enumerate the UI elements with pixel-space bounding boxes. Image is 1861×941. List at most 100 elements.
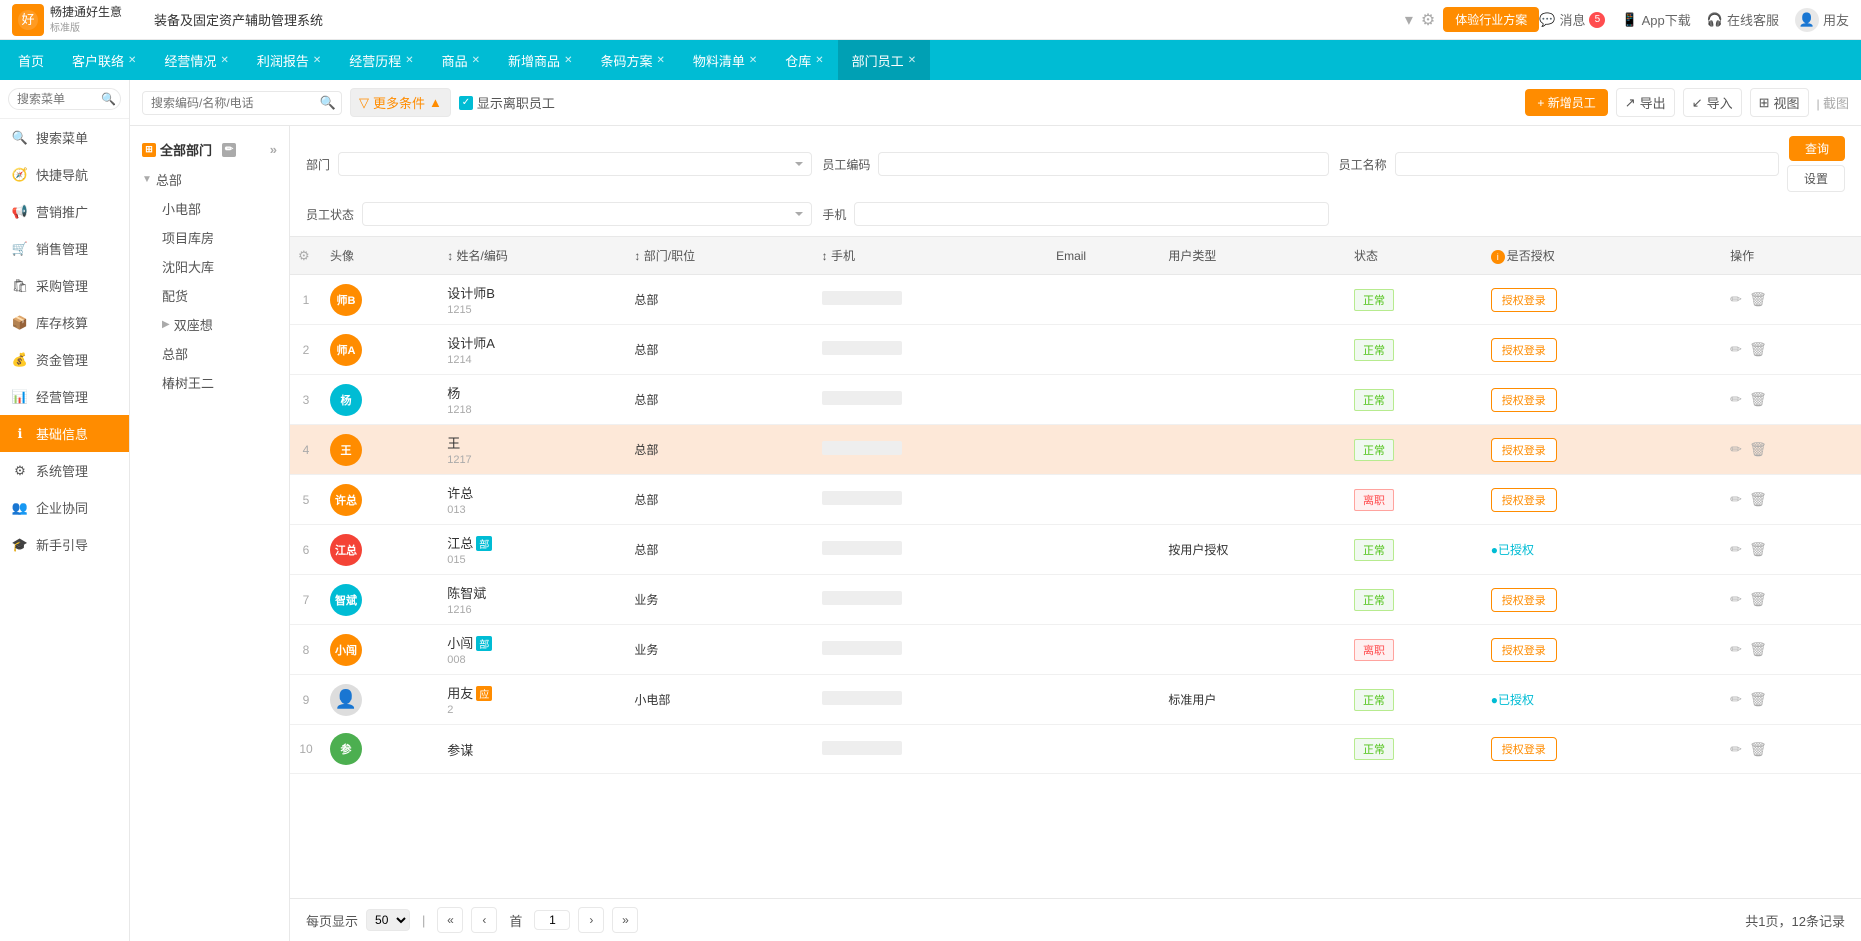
- edit-button[interactable]: ✏: [1730, 641, 1742, 657]
- sidebar-item-management[interactable]: 📊 经营管理: [0, 378, 129, 415]
- dept-node-peihuo[interactable]: 配货: [130, 281, 289, 310]
- sidebar-item-collab[interactable]: 👥 企业协同: [0, 489, 129, 526]
- nav-item-history[interactable]: 经营历程✕: [335, 40, 427, 80]
- trial-button[interactable]: 体验行业方案: [1443, 7, 1539, 32]
- status-select[interactable]: [362, 202, 812, 226]
- nav-item-barcode[interactable]: 条码方案✕: [586, 40, 678, 80]
- nav-item-profit[interactable]: 利润报告✕: [243, 40, 335, 80]
- auth-button[interactable]: 授权登录: [1491, 638, 1557, 662]
- search-input[interactable]: [142, 91, 342, 115]
- edit-dept-icon[interactable]: ✏: [222, 143, 236, 157]
- show-resigned-toggle[interactable]: ✓ 显示离职员工: [459, 93, 555, 112]
- auth-button[interactable]: 授权登录: [1491, 388, 1557, 412]
- message-item[interactable]: 💬 消息 5: [1539, 10, 1605, 29]
- phone-input[interactable]: [854, 202, 1328, 226]
- close-icon[interactable]: ✕: [405, 55, 413, 66]
- user-item[interactable]: 👤 用友: [1795, 8, 1849, 32]
- set-button[interactable]: 设置: [1787, 165, 1845, 192]
- delete-button[interactable]: 🗑: [1749, 391, 1767, 407]
- view-button[interactable]: ⊞ 视图: [1750, 88, 1809, 117]
- dept-node-chunshu[interactable]: 椿树王二: [130, 368, 289, 397]
- prev-page-button[interactable]: ‹: [471, 907, 497, 933]
- delete-button[interactable]: 🗑: [1749, 341, 1767, 357]
- edit-button[interactable]: ✏: [1730, 441, 1742, 457]
- export-button[interactable]: ↗ 导出: [1616, 88, 1675, 117]
- sidebar-item-search[interactable]: 🔍 搜索菜单: [0, 119, 129, 156]
- dept-node-shenyang[interactable]: 沈阳大库: [130, 252, 289, 281]
- delete-button[interactable]: 🗑: [1749, 691, 1767, 707]
- add-employee-button[interactable]: + 新增员工: [1525, 89, 1607, 116]
- auth-button[interactable]: 授权登录: [1491, 488, 1557, 512]
- delete-button[interactable]: 🗑: [1749, 741, 1767, 757]
- dropdown-icon[interactable]: ▾: [1405, 10, 1413, 30]
- sidebar-item-quicknav[interactable]: 🧭 快捷导航: [0, 156, 129, 193]
- dept-select[interactable]: [338, 152, 812, 176]
- sidebar-item-sales[interactable]: 🛒 销售管理: [0, 230, 129, 267]
- close-icon[interactable]: ✕: [220, 55, 228, 66]
- nav-item-customer[interactable]: 客户联络✕: [58, 40, 150, 80]
- close-icon[interactable]: ✕: [564, 55, 572, 66]
- delete-button[interactable]: 🗑: [1749, 641, 1767, 657]
- sidebar-item-inventory[interactable]: 📦 库存核算: [0, 304, 129, 341]
- delete-button[interactable]: 🗑: [1749, 591, 1767, 607]
- auth-button[interactable]: 授权登录: [1491, 588, 1557, 612]
- import-button[interactable]: ↙ 导入: [1683, 88, 1742, 117]
- sidebar-item-guide[interactable]: 🎓 新手引导: [0, 526, 129, 563]
- sidebar-item-basic[interactable]: ℹ 基础信息: [0, 415, 129, 452]
- edit-button[interactable]: ✏: [1730, 291, 1742, 307]
- nav-item-material[interactable]: 物料清单✕: [679, 40, 771, 80]
- delete-button[interactable]: 🗑: [1749, 541, 1767, 557]
- settings-icon[interactable]: ⚙: [298, 248, 310, 263]
- sidebar-item-finance[interactable]: 💰 资金管理: [0, 341, 129, 378]
- app-download-item[interactable]: 📱 App下载: [1621, 10, 1690, 29]
- close-icon[interactable]: ✕: [472, 55, 480, 66]
- close-icon[interactable]: ✕: [313, 55, 321, 66]
- screenshot-button[interactable]: | 截图: [1817, 93, 1849, 112]
- dept-node-project[interactable]: 项目库房: [130, 223, 289, 252]
- sidebar-item-marketing[interactable]: 📢 营销推广: [0, 193, 129, 230]
- edit-button[interactable]: ✏: [1730, 341, 1742, 357]
- settings-icon[interactable]: ⚙: [1421, 10, 1435, 30]
- edit-button[interactable]: ✏: [1730, 391, 1742, 407]
- close-icon[interactable]: ✕: [908, 55, 916, 66]
- edit-button[interactable]: ✏: [1730, 591, 1742, 607]
- nav-item-operation[interactable]: 经营情况✕: [150, 40, 242, 80]
- delete-button[interactable]: 🗑: [1749, 441, 1767, 457]
- edit-button[interactable]: ✏: [1730, 741, 1742, 757]
- employee-code-input[interactable]: [878, 152, 1328, 176]
- dept-node-root[interactable]: ▼ 总部: [130, 165, 289, 194]
- online-service-item[interactable]: 🎧 在线客服: [1707, 10, 1779, 29]
- employee-name-input[interactable]: [1395, 152, 1779, 176]
- query-button[interactable]: 查询: [1789, 136, 1845, 161]
- auth-button[interactable]: 授权登录: [1491, 438, 1557, 462]
- auth-button[interactable]: 授权登录: [1491, 288, 1557, 312]
- auth-button[interactable]: 授权登录: [1491, 737, 1557, 761]
- nav-item-home[interactable]: 首页: [4, 40, 58, 80]
- close-icon[interactable]: ✕: [815, 55, 823, 66]
- first-page-button[interactable]: «: [437, 907, 463, 933]
- edit-button[interactable]: ✏: [1730, 691, 1742, 707]
- edit-button[interactable]: ✏: [1730, 541, 1742, 557]
- page-number-input[interactable]: [534, 910, 570, 930]
- sidebar-item-purchase[interactable]: 🛍 采购管理: [0, 267, 129, 304]
- dept-node-shuangzuo[interactable]: ▶ 双座想: [130, 310, 289, 339]
- per-page-select[interactable]: 50: [366, 909, 410, 931]
- close-icon[interactable]: ✕: [656, 55, 664, 66]
- nav-item-goods[interactable]: 商品✕: [428, 40, 494, 80]
- nav-item-warehouse[interactable]: 仓库✕: [771, 40, 837, 80]
- edit-button[interactable]: ✏: [1730, 491, 1742, 507]
- dept-node-xiaodian[interactable]: 小电部: [130, 194, 289, 223]
- more-filter-button[interactable]: ▽ 更多条件 ▲: [350, 88, 451, 117]
- next-page-button[interactable]: ›: [578, 907, 604, 933]
- delete-button[interactable]: 🗑: [1749, 291, 1767, 307]
- sidebar-item-system[interactable]: ⚙ 系统管理: [0, 452, 129, 489]
- close-icon[interactable]: ✕: [749, 55, 757, 66]
- delete-button[interactable]: 🗑: [1749, 491, 1767, 507]
- last-page-button[interactable]: »: [612, 907, 638, 933]
- nav-item-add-goods[interactable]: 新增商品✕: [494, 40, 586, 80]
- close-icon[interactable]: ✕: [128, 55, 136, 66]
- nav-item-dept[interactable]: 部门员工✕: [838, 40, 930, 80]
- dept-node-zongbu[interactable]: 总部: [130, 339, 289, 368]
- auth-button[interactable]: 授权登录: [1491, 338, 1557, 362]
- collapse-icon[interactable]: »: [270, 142, 277, 157]
